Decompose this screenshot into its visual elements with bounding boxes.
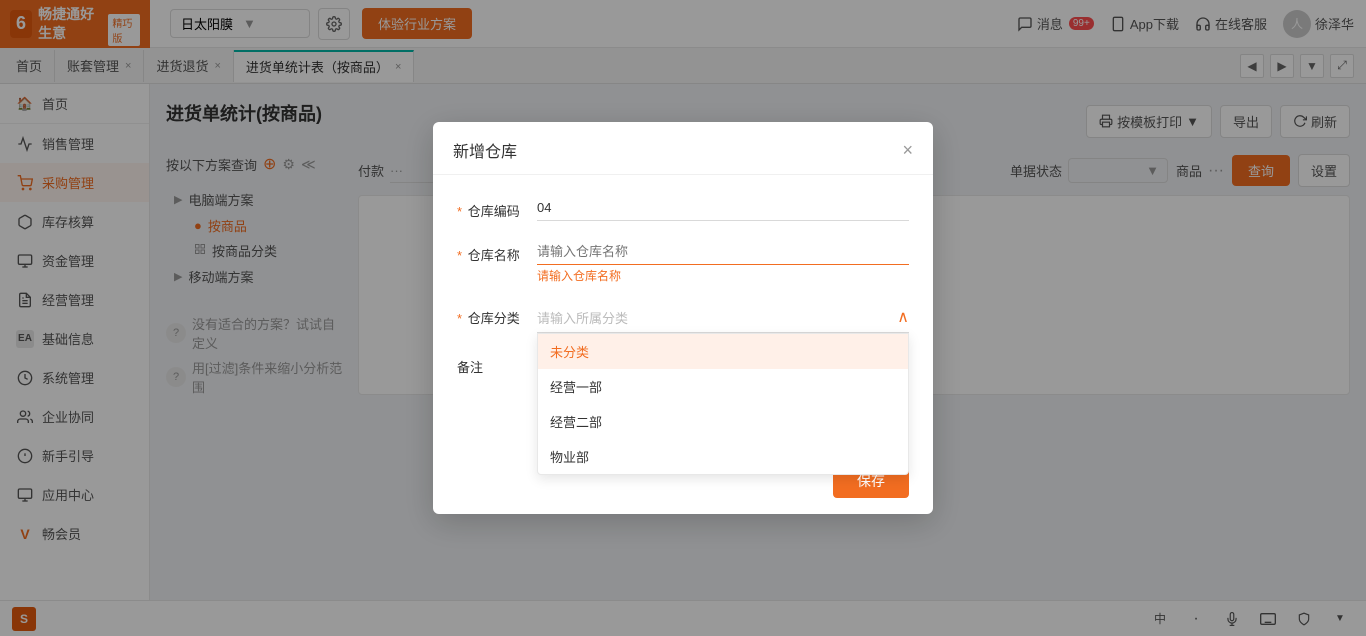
category-arrow-icon: ∧ [897,307,909,327]
category-placeholder: 请输入所属分类 [537,308,628,327]
code-label: * 仓库编码 [457,195,537,220]
code-input[interactable] [537,195,909,221]
warehouse-code-row: * 仓库编码 [457,195,909,221]
name-input[interactable] [537,239,909,265]
dropdown-item-unclassified[interactable]: 未分类 [538,334,908,369]
name-error: 请输入仓库名称 [537,267,909,284]
category-select[interactable]: 请输入所属分类 ∧ [537,302,909,333]
category-label: * 仓库分类 [457,302,537,327]
category-dropdown: 未分类 经营一部 经营二部 物业部 [537,333,909,475]
dropdown-item-dept2[interactable]: 经营二部 [538,404,908,439]
warehouse-name-row: * 仓库名称 请输入仓库名称 [457,239,909,284]
modal-close-button[interactable]: × [902,141,913,159]
warehouse-category-row: * 仓库分类 请输入所属分类 ∧ 未分类 经营一部 经营二部 物业部 [457,302,909,333]
category-field: 请输入所属分类 ∧ 未分类 经营一部 经营二部 物业部 [537,302,909,333]
dropdown-item-dept1[interactable]: 经营一部 [538,369,908,404]
modal-title: 新增仓库 [453,138,517,162]
modal-header: 新增仓库 × [433,122,933,175]
modal-overlay: 新增仓库 × * 仓库编码 * 仓库名称 [0,0,1366,636]
modal-body: * 仓库编码 * 仓库名称 请输入仓库名称 [433,175,933,452]
name-field: 请输入仓库名称 [537,239,909,284]
note-label: 备注 [457,351,537,376]
name-label: * 仓库名称 [457,239,537,264]
add-warehouse-modal: 新增仓库 × * 仓库编码 * 仓库名称 [433,122,933,514]
dropdown-item-property[interactable]: 物业部 [538,439,908,474]
code-field [537,195,909,221]
